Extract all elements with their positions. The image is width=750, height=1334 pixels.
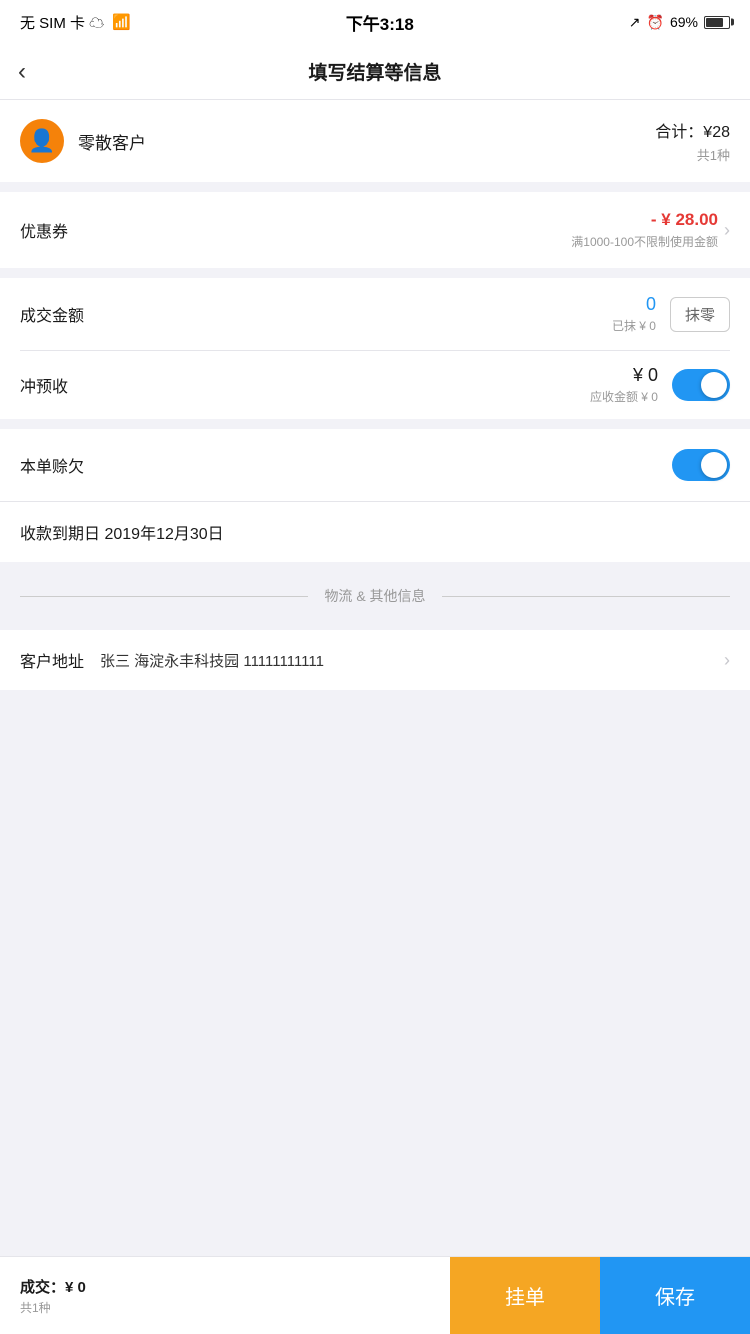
total-count: 共1种 [655,145,730,164]
due-date-text: 收款到期日 2019年12月30日 [20,526,224,543]
address-row[interactable]: 客户地址 张三 海淀永丰科技园 11111111111 › [0,630,750,690]
prepay-values: ¥ 0 应收金额 ¥ 0 [590,365,658,405]
coupon-chevron-icon: › [724,220,730,241]
status-left: 无 SIM 卡 ☁ 📶 [20,12,131,33]
prepay-toggle[interactable] [672,369,730,401]
prepay-label: 冲预收 [20,373,68,397]
bottom-deal-value: ¥ 0 [65,1279,86,1296]
amount-rounded: 已抹 ¥ 0 [612,317,656,334]
content-area: 👤 零散客户 合计：¥28 共1种 优惠券 - ¥ 28.00 满1000-10… [0,100,750,780]
avatar: 👤 [20,119,64,163]
status-time: 下午3:18 [346,10,414,35]
prepay-right: ¥ 0 应收金额 ¥ 0 [590,365,730,405]
back-button[interactable]: ‹ [18,58,26,86]
customer-name: 零散客户 [78,129,146,154]
battery-text: 69% [670,14,698,30]
debt-row: 本单赊欠 [0,429,750,501]
coupon-desc: 满1000-100不限制使用金额 [571,233,718,250]
location-icon: ↗ [629,14,641,31]
bottom-deal-label: 成交： [20,1279,65,1296]
due-date-row[interactable]: 收款到期日 2019年12月30日 [0,501,750,562]
battery-icon [704,16,730,29]
toggle-thumb [701,372,727,398]
bottom-deal: 成交：¥ 0 [20,1276,430,1297]
hang-button[interactable]: 挂单 [450,1257,600,1334]
coupon-discount: - ¥ 28.00 [571,210,718,230]
debt-toggle[interactable] [672,449,730,481]
due-date-value: 2019年12月30日 [104,526,223,543]
prepay-due: 应收金额 ¥ 0 [590,388,658,405]
logistics-section: 物流 & 其他信息 [0,572,750,620]
prepay-row: 冲预收 ¥ 0 应收金额 ¥ 0 [0,351,750,419]
address-chevron-icon: › [724,650,730,671]
customer-card: 👤 零散客户 合计：¥28 共1种 [0,100,750,182]
save-button[interactable]: 保存 [600,1257,750,1334]
coupon-right: - ¥ 28.00 满1000-100不限制使用金额 › [571,210,730,250]
debt-label: 本单赊欠 [20,453,84,477]
debt-toggle-thumb [701,452,727,478]
bottom-summary: 成交：¥ 0 共1种 [0,1276,450,1316]
no-sim-text: 无 SIM 卡 ☁ [20,12,104,33]
due-date-label: 收款到期日 [20,526,100,543]
amount-right: 0 已抹 ¥ 0 抹零 [612,294,730,334]
wifi-icon: 📶 [112,13,131,31]
transaction-section: 成交金额 0 已抹 ¥ 0 抹零 冲预收 ¥ 0 应收金额 ¥ 0 [0,278,750,419]
logistics-divider-left [20,596,308,597]
coupon-row[interactable]: 优惠券 - ¥ 28.00 满1000-100不限制使用金额 › [0,192,750,268]
page-title: 填写结算等信息 [308,58,441,85]
debt-toggle-track [672,449,730,481]
total-label: 合计：¥28 [655,118,730,142]
logistics-divider-right [442,596,730,597]
address-value: 张三 海淀永丰科技园 11111111111 [100,650,716,671]
coupon-info: - ¥ 28.00 满1000-100不限制使用金额 [571,210,718,250]
customer-right: 合计：¥28 共1种 [655,118,730,164]
alarm-icon: ⏰ [647,14,664,31]
customer-left: 👤 零散客户 [20,119,146,163]
logistics-label: 物流 & 其他信息 [308,586,441,606]
amount-label: 成交金额 [20,302,100,326]
address-label: 客户地址 [20,648,100,672]
status-right: ↗ ⏰ 69% [629,14,730,31]
address-section[interactable]: 客户地址 张三 海淀永丰科技园 11111111111 › [0,630,750,690]
toggle-track [672,369,730,401]
coupon-label: 优惠券 [20,218,68,242]
avatar-icon: 👤 [28,128,55,154]
debt-section: 本单赊欠 收款到期日 2019年12月30日 [0,429,750,562]
amount-value-group: 0 已抹 ¥ 0 [612,294,656,334]
amount-row: 成交金额 0 已抹 ¥ 0 抹零 [0,278,750,350]
bottom-bar: 成交：¥ 0 共1种 挂单 保存 [0,1256,750,1334]
amount-value: 0 [612,294,656,315]
prepay-amount: ¥ 0 [590,365,658,386]
nav-bar: ‹ 填写结算等信息 [0,44,750,100]
customer-row: 👤 零散客户 合计：¥28 共1种 [0,100,750,182]
status-bar: 无 SIM 卡 ☁ 📶 下午3:18 ↗ ⏰ 69% [0,0,750,44]
round-button[interactable]: 抹零 [670,297,730,332]
bottom-count: 共1种 [20,1299,430,1316]
coupon-card[interactable]: 优惠券 - ¥ 28.00 满1000-100不限制使用金额 › [0,192,750,268]
